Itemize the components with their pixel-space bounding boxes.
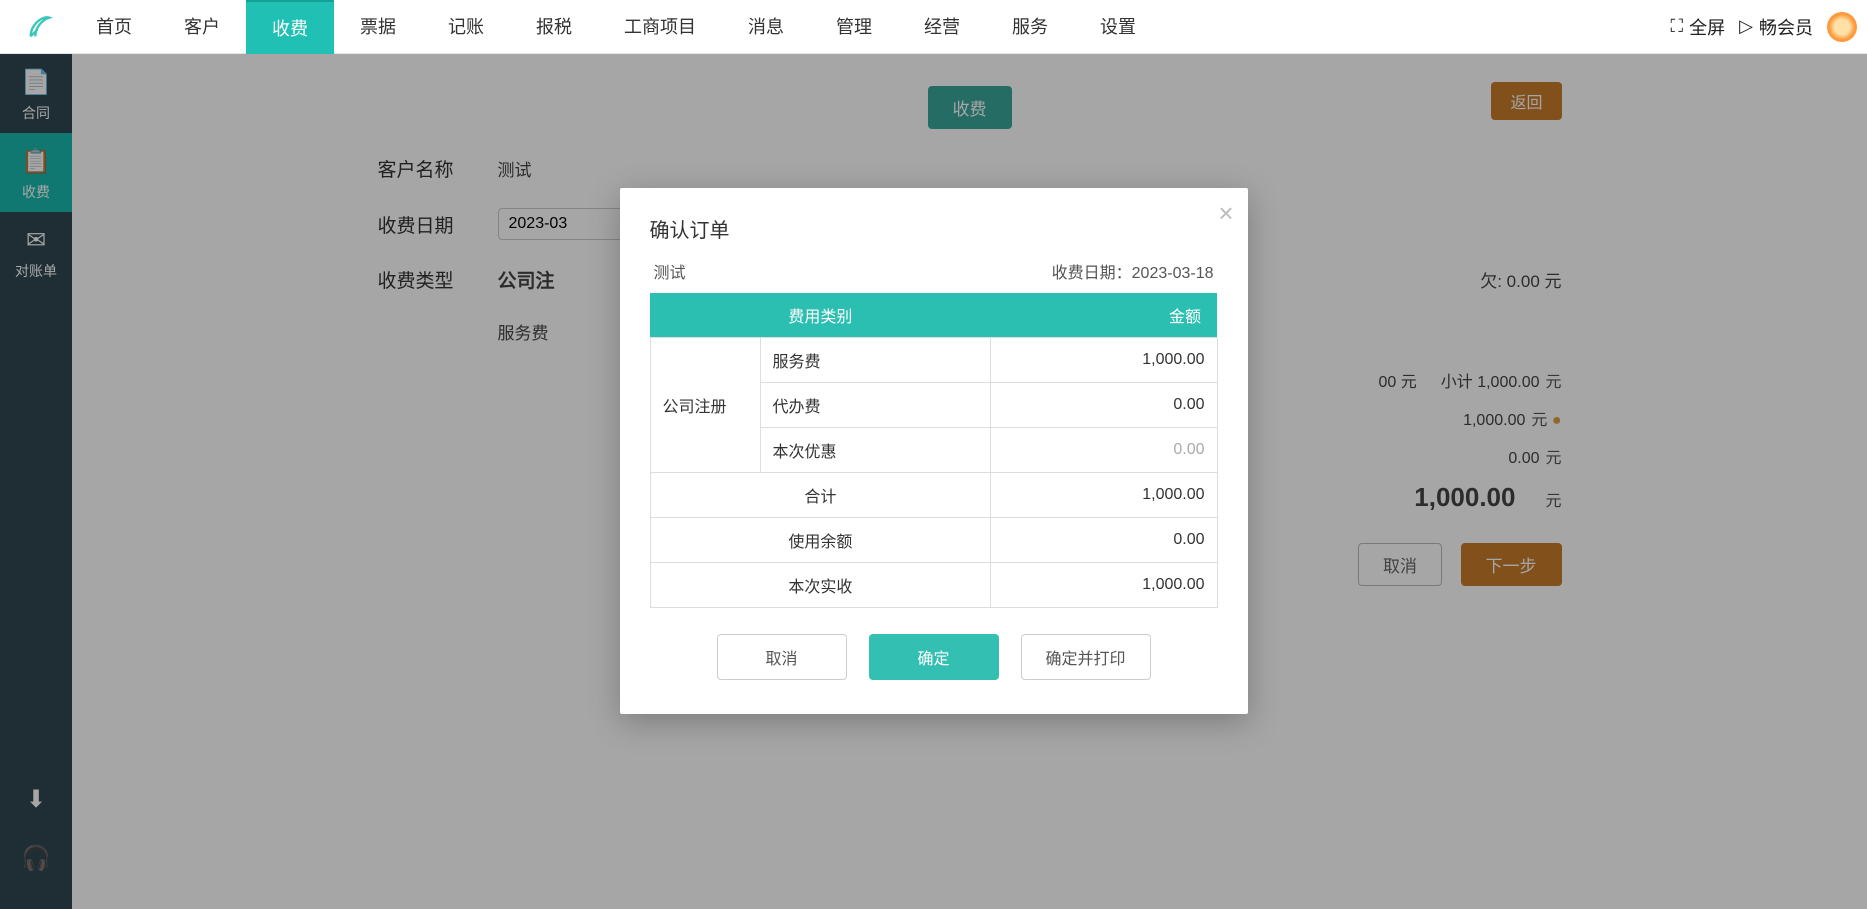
sum-row-label: 使用余额 [650,518,991,563]
play-icon: ▷ [1739,16,1753,37]
modal-group-cell: 公司注册 [650,338,760,473]
top-nav: 首页客户收费票据记账报税工商项目消息管理经营服务设置 ⛶全屏 ▷ 畅会员 [0,0,1867,54]
nav-item-10[interactable]: 服务 [986,0,1074,54]
sum-row-label: 合计 [650,473,991,518]
nav-item-7[interactable]: 消息 [722,0,810,54]
nav-item-3[interactable]: 票据 [334,0,422,54]
row-label: 服务费 [760,338,991,383]
nav-item-1[interactable]: 客户 [158,0,246,54]
sum-row-value: 0.00 [991,518,1217,563]
sum-row-value: 1,000.00 [991,473,1217,518]
member-link[interactable]: ▷ 畅会员 [1739,14,1813,40]
order-table: 费用类别 金额 公司注册服务费1,000.00代办费0.00本次优惠0.00合计… [650,293,1218,608]
modal-cancel-button[interactable]: 取消 [717,634,847,680]
modal-title: 确认订单 [650,214,1218,243]
fullscreen-icon: ⛶ [1671,16,1684,37]
close-icon[interactable]: × [1218,198,1233,229]
th-amount: 金额 [991,293,1217,338]
nav-item-4[interactable]: 记账 [422,0,510,54]
nav-item-2[interactable]: 收费 [246,0,334,54]
fullscreen-label: 全屏 [1689,14,1725,40]
nav-item-5[interactable]: 报税 [510,0,598,54]
modal-confirm-button[interactable]: 确定 [869,634,999,680]
modal-date-label: 收费日期： [1052,265,1132,282]
nav-item-9[interactable]: 经营 [898,0,986,54]
th-category: 费用类别 [650,293,991,338]
nav-item-0[interactable]: 首页 [70,0,158,54]
member-label: 畅会员 [1759,14,1813,40]
nav-item-11[interactable]: 设置 [1074,0,1162,54]
nav-item-6[interactable]: 工商项目 [598,0,722,54]
confirm-order-modal: × 确认订单 测试 收费日期：2023-03-18 费用类别 金额 公司注册服务… [620,188,1248,714]
modal-confirm-print-button[interactable]: 确定并打印 [1021,634,1151,680]
row-value: 1,000.00 [991,338,1217,383]
modal-customer: 测试 [654,259,686,283]
avatar[interactable] [1827,12,1857,42]
app-logo [10,0,70,54]
sum-row-value: 1,000.00 [991,563,1217,608]
row-value: 0.00 [991,383,1217,428]
row-label: 代办费 [760,383,991,428]
sum-row-label: 本次实收 [650,563,991,608]
row-value: 0.00 [991,428,1217,473]
nav-item-8[interactable]: 管理 [810,0,898,54]
row-label: 本次优惠 [760,428,991,473]
modal-date-value: 2023-03-18 [1132,265,1214,282]
fullscreen-toggle[interactable]: ⛶全屏 [1671,14,1726,40]
